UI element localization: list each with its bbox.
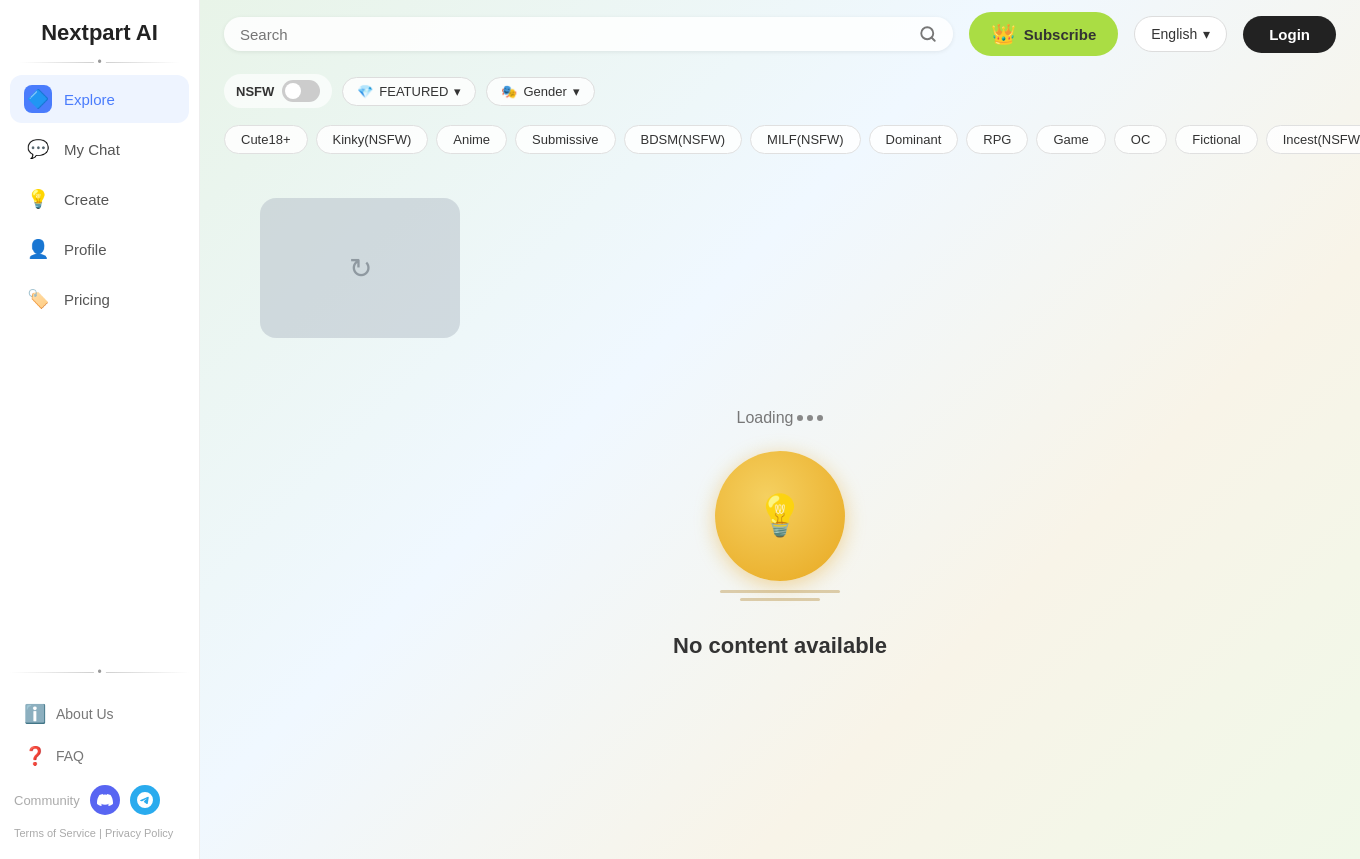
footer-separator: | xyxy=(99,827,102,839)
subscribe-button[interactable]: 👑 Subscribe xyxy=(969,12,1119,56)
gender-chevron-icon: ▾ xyxy=(573,84,580,99)
sidebar-item-profile-label: Profile xyxy=(64,241,107,258)
terms-link[interactable]: Terms of Service xyxy=(14,827,96,839)
search-button[interactable] xyxy=(919,25,937,43)
login-button[interactable]: Login xyxy=(1243,16,1336,53)
chevron-down-icon: ▾ xyxy=(1203,26,1210,42)
community-label: Community xyxy=(14,793,80,808)
dot-3 xyxy=(817,415,823,421)
sidebar-item-profile[interactable]: 👤 Profile xyxy=(10,225,189,273)
tag-bdsm-nsfw[interactable]: BDSM(NSFW) xyxy=(624,125,743,154)
gender-icon: 🎭 xyxy=(501,84,517,99)
bulb-lines xyxy=(720,590,840,601)
community-section: Community xyxy=(0,775,199,819)
privacy-link[interactable]: Privacy Policy xyxy=(105,827,173,839)
tags-bar: Cute18+ Kinky(NSFW) Anime Submissive BDS… xyxy=(200,118,1360,168)
featured-chevron-icon: ▾ xyxy=(454,84,461,99)
nsfw-toggle[interactable]: NSFW xyxy=(224,74,332,108)
loading-text: Loading xyxy=(737,409,824,427)
sidebar-item-pricing-label: Pricing xyxy=(64,291,110,308)
gender-label: Gender xyxy=(523,84,566,99)
sidebar-bottom: ℹ️ About Us ❓ FAQ xyxy=(0,685,199,775)
main-content: 👑 Subscribe English ▾ Login NSFW 💎 FEATU… xyxy=(200,0,1360,859)
explore-icon: 🔷 xyxy=(24,85,52,113)
dot-2 xyxy=(807,415,813,421)
header: 👑 Subscribe English ▾ Login xyxy=(200,0,1360,68)
tag-fictional[interactable]: Fictional xyxy=(1175,125,1257,154)
no-content-text: No content available xyxy=(673,633,887,659)
faq-icon: ❓ xyxy=(24,745,46,767)
tag-milf-nsfw[interactable]: MILF(NSFW) xyxy=(750,125,861,154)
sidebar-item-create-label: Create xyxy=(64,191,109,208)
subscribe-label: Subscribe xyxy=(1024,26,1097,43)
featured-filter-button[interactable]: 💎 FEATURED ▾ xyxy=(342,77,476,106)
sidebar-item-faq-label: FAQ xyxy=(56,748,84,764)
about-us-icon: ℹ️ xyxy=(24,703,46,725)
sidebar-item-explore[interactable]: 🔷 Explore xyxy=(10,75,189,123)
sidebar-item-pricing[interactable]: 🏷️ Pricing xyxy=(10,275,189,323)
sidebar-item-faq[interactable]: ❓ FAQ xyxy=(14,737,185,775)
no-content-section: Loading 💡 No content available xyxy=(673,409,887,659)
discord-icon[interactable] xyxy=(90,785,120,815)
sidebar-item-about-us-label: About Us xyxy=(56,706,114,722)
language-button[interactable]: English ▾ xyxy=(1134,16,1227,52)
featured-label: FEATURED xyxy=(379,84,448,99)
tag-kinky-nsfw[interactable]: Kinky(NSFW) xyxy=(316,125,429,154)
search-bar xyxy=(224,17,953,51)
filter-bar: NSFW 💎 FEATURED ▾ 🎭 Gender ▾ xyxy=(200,68,1360,118)
tag-cute18[interactable]: Cute18+ xyxy=(224,125,308,154)
pricing-icon: 🏷️ xyxy=(24,285,52,313)
dot-1 xyxy=(797,415,803,421)
sidebar-item-my-chat-label: My Chat xyxy=(64,141,120,158)
tag-dominant[interactable]: Dominant xyxy=(869,125,959,154)
crown-icon: 👑 xyxy=(991,22,1016,46)
sidebar-divider-bottom xyxy=(10,672,189,673)
bulb-illustration: 💡 xyxy=(715,451,845,581)
bulb-line-1 xyxy=(720,590,840,593)
sidebar-item-about-us[interactable]: ℹ️ About Us xyxy=(14,695,185,733)
featured-icon: 💎 xyxy=(357,84,373,99)
loading-spinner-icon: ↻ xyxy=(349,252,372,285)
sidebar: Nextpart AI 🔷 Explore 💬 My Chat 💡 Create… xyxy=(0,0,200,859)
bulb-circle: 💡 xyxy=(715,451,845,581)
sidebar-divider-top xyxy=(20,62,179,63)
login-label: Login xyxy=(1269,26,1310,43)
telegram-icon[interactable] xyxy=(130,785,160,815)
sidebar-item-create[interactable]: 💡 Create xyxy=(10,175,189,223)
footer-links: Terms of Service | Privacy Policy xyxy=(0,819,199,843)
nsfw-label: NSFW xyxy=(236,84,274,99)
svg-line-1 xyxy=(931,37,934,40)
my-chat-icon: 💬 xyxy=(24,135,52,163)
tag-game[interactable]: Game xyxy=(1036,125,1105,154)
loading-label: Loading xyxy=(737,409,794,427)
create-icon: 💡 xyxy=(24,185,52,213)
tag-submissive[interactable]: Submissive xyxy=(515,125,615,154)
sidebar-item-my-chat[interactable]: 💬 My Chat xyxy=(10,125,189,173)
search-input[interactable] xyxy=(240,26,909,43)
language-label: English xyxy=(1151,26,1197,42)
bulb-line-2 xyxy=(740,598,820,601)
tag-oc[interactable]: OC xyxy=(1114,125,1168,154)
sidebar-nav: 🔷 Explore 💬 My Chat 💡 Create 👤 Profile 🏷… xyxy=(0,75,199,664)
loading-card: ↻ xyxy=(260,198,460,338)
nsfw-switch[interactable] xyxy=(282,80,320,102)
sidebar-item-explore-label: Explore xyxy=(64,91,115,108)
tag-rpg[interactable]: RPG xyxy=(966,125,1028,154)
tag-anime[interactable]: Anime xyxy=(436,125,507,154)
tag-incest-nsfw[interactable]: Incest(NSFW) xyxy=(1266,125,1360,154)
content-area: ↻ Loading 💡 No content available xyxy=(200,168,1360,859)
profile-icon: 👤 xyxy=(24,235,52,263)
gender-filter-button[interactable]: 🎭 Gender ▾ xyxy=(486,77,594,106)
